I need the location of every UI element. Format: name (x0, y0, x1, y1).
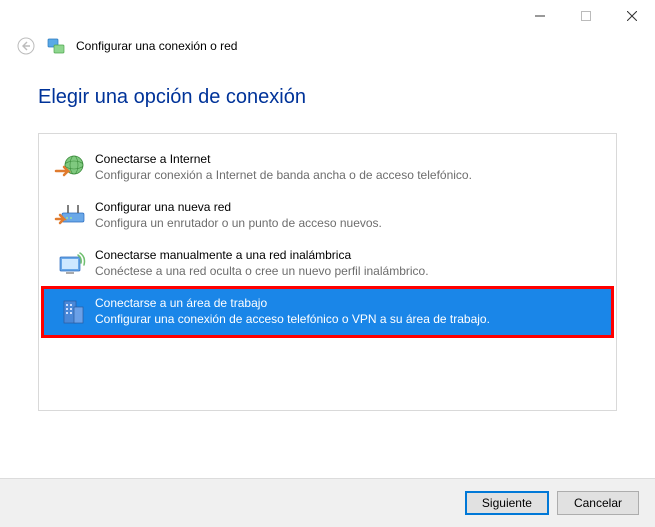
window-titlebar (0, 0, 655, 32)
window-title: Configurar una conexión o red (76, 39, 237, 53)
close-button[interactable] (609, 0, 655, 32)
option-connect-internet[interactable]: Conectarse a Internet Configurar conexió… (43, 144, 612, 192)
option-title: Conectarse a un área de trabajo (95, 295, 602, 311)
internet-globe-icon (53, 150, 89, 186)
option-title: Conectarse manualmente a una red inalámb… (95, 247, 602, 263)
option-title: Conectarse a Internet (95, 151, 602, 167)
option-title: Configurar una nueva red (95, 199, 602, 215)
wireless-monitor-icon (53, 246, 89, 282)
option-desc: Configurar conexión a Internet de banda … (95, 167, 602, 183)
network-wizard-icon (46, 36, 66, 56)
option-manual-wireless[interactable]: Conectarse manualmente a una red inalámb… (43, 240, 612, 288)
next-button[interactable]: Siguiente (465, 491, 549, 515)
wizard-header: Configurar una conexión o red (0, 32, 655, 62)
router-icon (53, 198, 89, 234)
cancel-button[interactable]: Cancelar (557, 491, 639, 515)
minimize-button[interactable] (517, 0, 563, 32)
option-desc: Conéctese a una red oculta o cree un nue… (95, 263, 602, 279)
option-desc: Configurar una conexión de acceso telefó… (95, 311, 602, 327)
back-arrow-icon (16, 36, 36, 56)
option-desc: Configura un enrutador o un punto de acc… (95, 215, 602, 231)
wizard-footer: Siguiente Cancelar (0, 478, 655, 527)
page-heading: Elegir una opción de conexión (38, 86, 617, 109)
workplace-building-icon (53, 294, 89, 330)
option-connect-workplace[interactable]: Conectarse a un área de trabajo Configur… (43, 288, 612, 336)
connection-options-list: Conectarse a Internet Configurar conexió… (38, 133, 617, 411)
option-setup-network[interactable]: Configurar una nueva red Configura un en… (43, 192, 612, 240)
maximize-button (563, 0, 609, 32)
